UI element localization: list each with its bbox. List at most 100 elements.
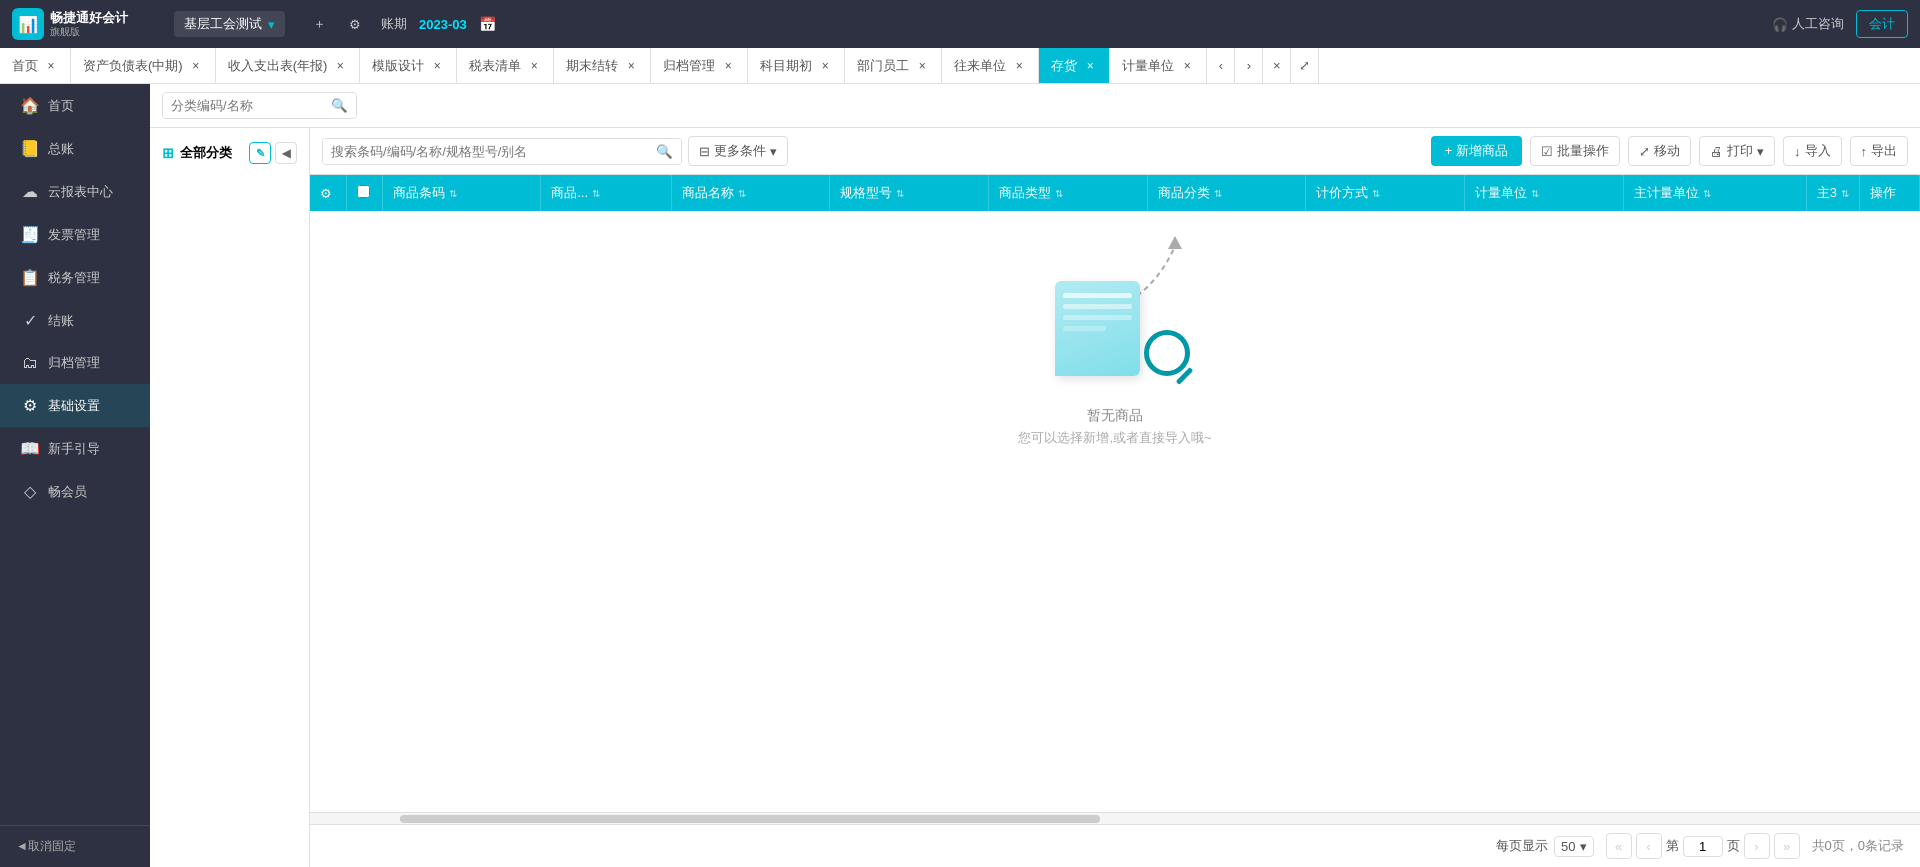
- col-type[interactable]: 商品类型⇅: [988, 175, 1147, 211]
- sidebar-item-home[interactable]: 🏠 首页: [0, 84, 150, 127]
- tab-home[interactable]: 首页 ×: [0, 48, 71, 84]
- sidebar-item-close[interactable]: ✓ 结账: [0, 299, 150, 342]
- tab-dept-close-icon[interactable]: ×: [915, 59, 929, 73]
- col-spec[interactable]: 规格型号⇅: [830, 175, 989, 211]
- export-button[interactable]: ↑ 导出: [1850, 136, 1909, 166]
- col-checkbox[interactable]: [346, 175, 382, 211]
- tab-dept[interactable]: 部门员工 ×: [845, 48, 942, 84]
- tab-subject-close-icon[interactable]: ×: [818, 59, 832, 73]
- tab-bar: 首页 × 资产负债表(中期) × 收入支出表(年报) × 模版设计 × 税表清单…: [0, 48, 1920, 84]
- tab-assets[interactable]: 资产负债表(中期) ×: [71, 48, 216, 84]
- tab-subject[interactable]: 科目期初 ×: [748, 48, 845, 84]
- account-button[interactable]: 会计: [1856, 10, 1908, 38]
- category-edit-button[interactable]: ✎: [249, 142, 271, 164]
- page-size-dropdown[interactable]: 50 ▾: [1554, 836, 1593, 857]
- col-settings[interactable]: ⚙: [310, 175, 346, 211]
- tab-inventory[interactable]: 存货 ×: [1039, 48, 1110, 84]
- col-name[interactable]: 商品名称⇅: [671, 175, 830, 211]
- move-icon: ⤢: [1639, 144, 1650, 159]
- sidebar-item-guide[interactable]: 📖 新手引导: [0, 427, 150, 470]
- headset-icon: 🎧: [1772, 17, 1788, 32]
- tab-contacts[interactable]: 往来单位 ×: [942, 48, 1039, 84]
- tab-home-close-icon[interactable]: ×: [44, 59, 58, 73]
- sidebar-item-member[interactable]: ◇ 畅会员: [0, 470, 150, 513]
- move-label: 移动: [1654, 142, 1680, 160]
- add-product-button[interactable]: + 新增商品: [1431, 136, 1522, 166]
- sidebar-cancel-fixed[interactable]: ◄取消固定: [0, 825, 150, 867]
- magnify-glass-icon: [1144, 330, 1190, 376]
- sidebar-item-tax[interactable]: 📋 税务管理: [0, 256, 150, 299]
- horizontal-scrollbar[interactable]: [310, 812, 1920, 824]
- scroll-thumb[interactable]: [400, 815, 1100, 823]
- tab-unit[interactable]: 计量单位 ×: [1110, 48, 1207, 84]
- tab-income-close-icon[interactable]: ×: [333, 59, 347, 73]
- sidebar-item-ledger[interactable]: 📒 总账: [0, 127, 150, 170]
- sidebar-item-archive[interactable]: 🗂 归档管理: [0, 342, 150, 384]
- move-button[interactable]: ⤢ 移动: [1628, 136, 1691, 166]
- tab-template-close-icon[interactable]: ×: [430, 59, 444, 73]
- category-search-button[interactable]: 🔍: [323, 93, 356, 118]
- tab-close-all-button[interactable]: ×: [1263, 48, 1291, 84]
- print-button[interactable]: 🖨 打印 ▾: [1699, 136, 1775, 166]
- tab-period-close[interactable]: 期末结转 ×: [554, 48, 651, 84]
- tab-unit-close-icon[interactable]: ×: [1180, 59, 1194, 73]
- tab-income[interactable]: 收入支出表(年报) ×: [216, 48, 361, 84]
- tab-inventory-close-icon[interactable]: ×: [1083, 59, 1097, 73]
- col-pricing[interactable]: 计价方式⇅: [1306, 175, 1465, 211]
- next-page-button[interactable]: ›: [1744, 833, 1770, 859]
- guide-icon: 📖: [20, 439, 40, 458]
- product-search-button[interactable]: 🔍: [648, 139, 681, 164]
- import-button[interactable]: ↓ 导入: [1783, 136, 1842, 166]
- category-header-icons: ✎ ◀: [249, 142, 297, 164]
- col-unit[interactable]: 计量单位⇅: [1465, 175, 1624, 211]
- more-filters-button[interactable]: ⊟ 更多条件 ▾: [688, 136, 788, 166]
- current-page-input[interactable]: [1683, 836, 1723, 857]
- customer-service-button[interactable]: 🎧 人工咨询: [1772, 15, 1844, 33]
- calendar-icon[interactable]: 📅: [479, 16, 496, 32]
- checkbox-icon: ☑: [1541, 144, 1553, 159]
- invoice-icon: 🧾: [20, 225, 40, 244]
- tab-template[interactable]: 模版设计 ×: [360, 48, 457, 84]
- col-category[interactable]: 商品分类⇅: [1147, 175, 1306, 211]
- tab-maximize-button[interactable]: ⤢: [1291, 48, 1319, 84]
- sort-category-icon: ⇅: [1214, 188, 1222, 199]
- last-page-button[interactable]: »: [1774, 833, 1800, 859]
- top-bar-right: 🎧 人工咨询 会计: [1772, 10, 1908, 38]
- company-name: 基层工会测试: [184, 15, 262, 33]
- page-prefix: 第: [1666, 837, 1679, 855]
- add-tab-button[interactable]: ＋: [305, 10, 333, 38]
- tab-archive-label: 归档管理: [663, 57, 715, 75]
- category-collapse-button[interactable]: ◀: [275, 142, 297, 164]
- tab-assets-close-icon[interactable]: ×: [189, 59, 203, 73]
- tab-archive-close-icon[interactable]: ×: [721, 59, 735, 73]
- sidebar-item-tax-label: 税务管理: [48, 269, 100, 287]
- col-barcode[interactable]: 商品条码⇅: [382, 175, 541, 211]
- tab-prev-button[interactable]: ‹: [1207, 48, 1235, 84]
- col-extra[interactable]: 主3⇅: [1806, 175, 1859, 211]
- category-search-input[interactable]: [163, 93, 323, 118]
- cancel-fixed-label: ◄取消固定: [16, 838, 76, 855]
- tab-tax-close-icon[interactable]: ×: [527, 59, 541, 73]
- settings-icon[interactable]: ⚙: [341, 10, 369, 38]
- tab-period-close-icon[interactable]: ×: [624, 59, 638, 73]
- col-main-unit[interactable]: 主计量单位⇅: [1623, 175, 1806, 211]
- tax-icon: 📋: [20, 268, 40, 287]
- product-search-input[interactable]: [323, 139, 648, 164]
- product-search-bar: 🔍 ⊟ 更多条件 ▾: [322, 136, 1423, 166]
- first-page-button[interactable]: «: [1606, 833, 1632, 859]
- tab-archive[interactable]: 归档管理 ×: [651, 48, 748, 84]
- sidebar-item-settings[interactable]: ⚙ 基础设置: [0, 384, 150, 427]
- sidebar-item-cloud[interactable]: ☁ 云报表中心: [0, 170, 150, 213]
- col-code[interactable]: 商品...⇅: [541, 175, 671, 211]
- category-header[interactable]: ⊞ 全部分类 ✎ ◀: [158, 136, 301, 170]
- batch-operation-button[interactable]: ☑ 批量操作: [1530, 136, 1620, 166]
- company-selector[interactable]: 基层工会测试 ▾: [174, 11, 285, 37]
- select-all-checkbox[interactable]: [357, 185, 370, 198]
- tab-contacts-close-icon[interactable]: ×: [1012, 59, 1026, 73]
- toolbar-right: + 新增商品 ☑ 批量操作 ⤢ 移动 🖨 打印: [1431, 136, 1908, 166]
- sidebar-item-invoice[interactable]: 🧾 发票管理: [0, 213, 150, 256]
- tab-tax[interactable]: 税表清单 ×: [457, 48, 554, 84]
- prev-page-button[interactable]: ‹: [1636, 833, 1662, 859]
- tab-next-button[interactable]: ›: [1235, 48, 1263, 84]
- archive-icon: 🗂: [20, 354, 40, 372]
